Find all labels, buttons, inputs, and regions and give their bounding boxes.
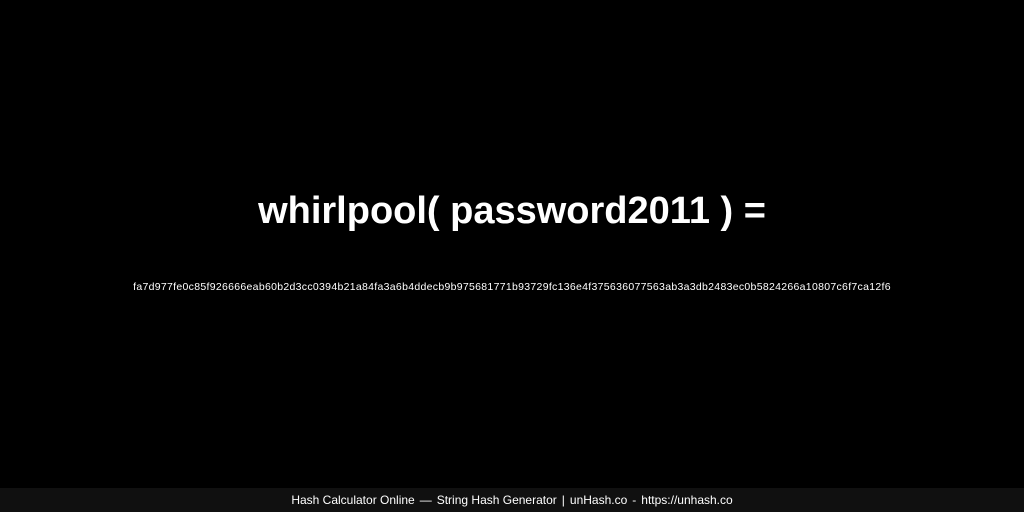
footer-separator: - <box>632 493 636 507</box>
hash-output: fa7d977fe0c85f926666eab60b2d3cc0394b21a8… <box>133 281 891 293</box>
footer-separator: — <box>420 493 432 507</box>
main-content: whirlpool( password2011 ) = fa7d977fe0c8… <box>0 0 1024 482</box>
footer-text-calculator: Hash Calculator Online <box>291 493 414 507</box>
footer-site-name: unHash.co <box>570 493 627 507</box>
footer-separator: | <box>562 493 565 507</box>
footer-site-url: https://unhash.co <box>641 493 732 507</box>
footer: Hash Calculator Online — String Hash Gen… <box>0 488 1024 512</box>
hash-expression: whirlpool( password2011 ) = <box>258 190 766 233</box>
footer-text-generator: String Hash Generator <box>437 493 557 507</box>
